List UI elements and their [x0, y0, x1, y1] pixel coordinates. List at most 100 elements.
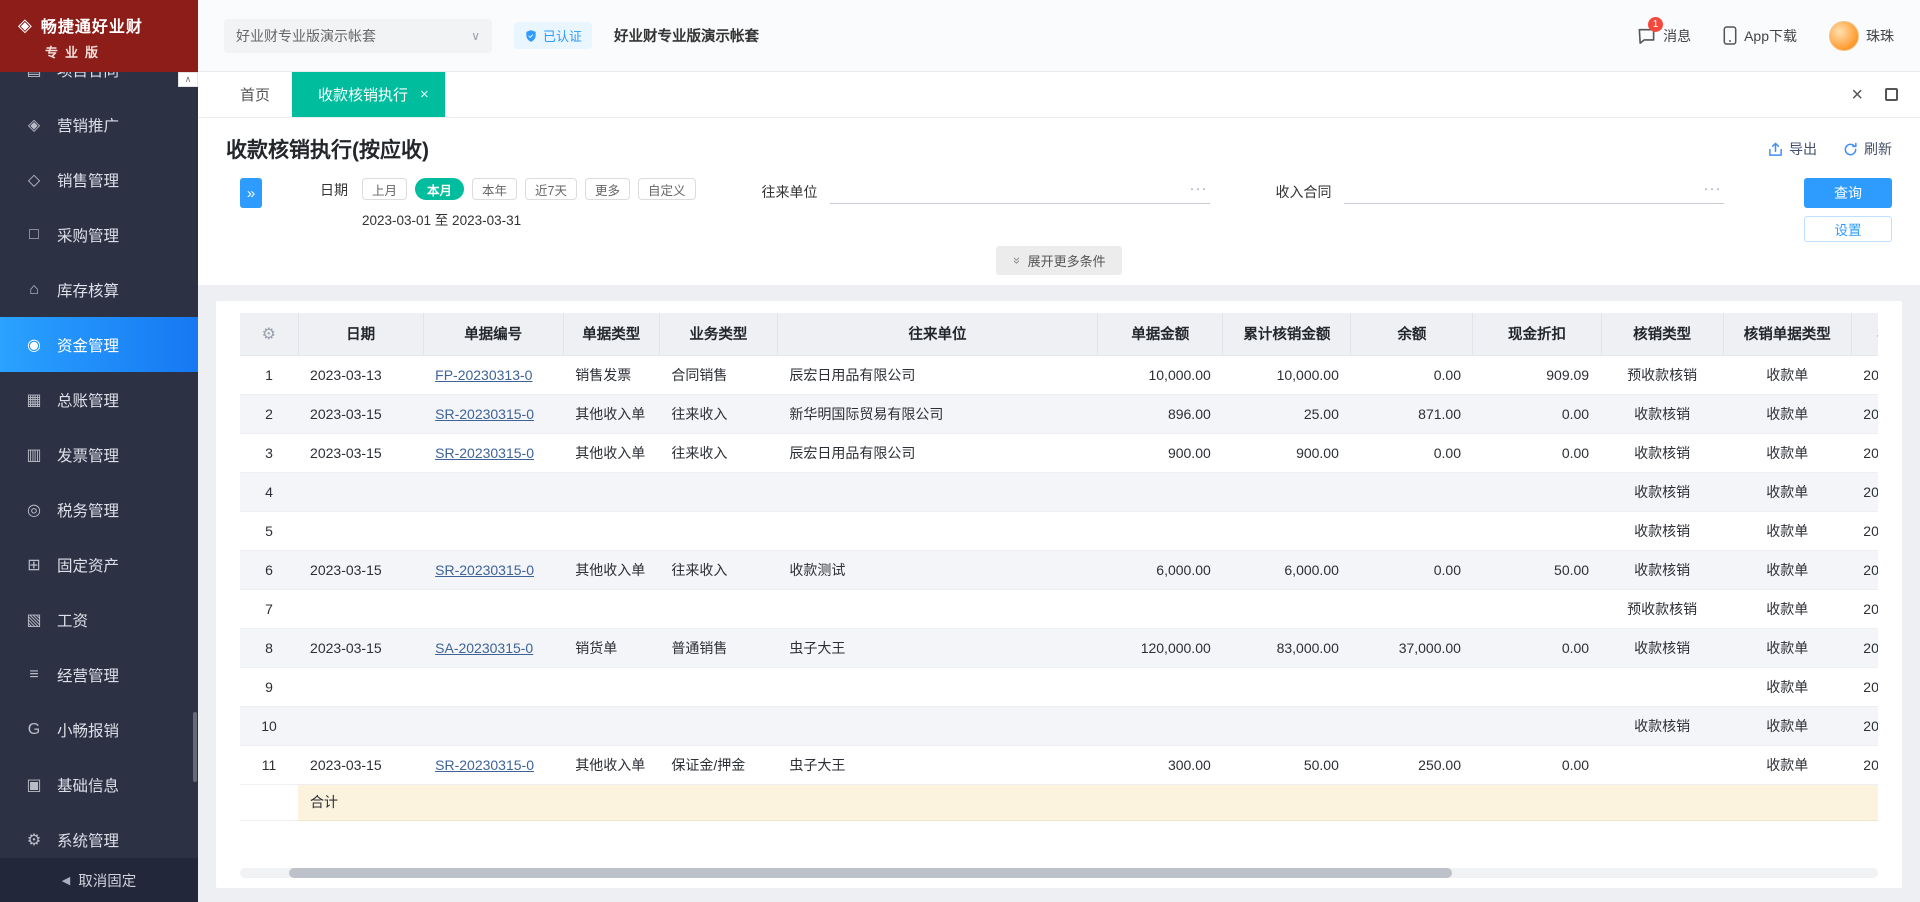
brand-edition: 专业版: [45, 42, 198, 61]
messages-button[interactable]: 1 消息: [1637, 26, 1691, 46]
table-row[interactable]: 12023-03-13FP-20230313-0销售发票合同销售辰宏日用品有限公…: [240, 355, 1878, 394]
cell-doctype: 销售发票: [563, 355, 659, 394]
sidebar-item-marketing[interactable]: ◈营销推广: [0, 97, 198, 152]
cell-wdate: 20: [1851, 511, 1878, 550]
settings-button[interactable]: 设置: [1804, 216, 1892, 242]
sidebar-item-funds[interactable]: ◉资金管理: [0, 317, 198, 372]
document-link[interactable]: SR-20230315-0: [435, 562, 534, 578]
sidebar-item-payroll[interactable]: ▧工资: [0, 592, 198, 647]
sidebar-item-invoice[interactable]: ▥发票管理: [0, 427, 198, 482]
document-link[interactable]: FP-20230313-0: [435, 367, 532, 383]
cell-disc: [1473, 667, 1601, 706]
sidebar-item-sales[interactable]: ◇销售管理: [0, 152, 198, 207]
counterparty-input[interactable]: ···: [830, 180, 1210, 204]
table-row[interactable]: 10收款核销收款单20: [240, 706, 1878, 745]
expand-more-button[interactable]: « 展开更多条件: [996, 246, 1121, 275]
table-row[interactable]: 5收款核销收款单20: [240, 511, 1878, 550]
gear-icon: ⚙: [262, 326, 276, 343]
cell-wdoc: 收款单: [1723, 355, 1851, 394]
cell-amt: 300.00: [1098, 745, 1223, 784]
cell-disc: 50.00: [1473, 550, 1601, 589]
cell-cp: 辰宏日用品有限公司: [777, 433, 1097, 472]
sidebar-scrollbar-thumb[interactable]: [193, 712, 197, 782]
column-header-wtype: 核销类型: [1601, 313, 1723, 355]
table-row[interactable]: 4收款核销收款单20: [240, 472, 1878, 511]
sidebar-item-tax[interactable]: ◎税务管理: [0, 482, 198, 537]
sidebar-item-general-ledger[interactable]: ▦总账管理: [0, 372, 198, 427]
date-chip-2[interactable]: 本年: [472, 178, 517, 200]
filter-collapse-button[interactable]: »: [240, 178, 262, 208]
column-header-bal: 余额: [1351, 313, 1473, 355]
sidebar-item-basic-info[interactable]: ▣基础信息: [0, 757, 198, 812]
tab-receipt-writeoff[interactable]: 收款核销执行 ×: [292, 72, 445, 117]
unpin-button[interactable]: ◀ 取消固定: [0, 858, 198, 902]
table-row[interactable]: 32023-03-15SR-20230315-0其他收入单往来收入辰宏日用品有限…: [240, 433, 1878, 472]
sidebar-item-expense[interactable]: G小畅报销: [0, 702, 198, 757]
cell-date: [298, 511, 423, 550]
sidebar-item-label: 工资: [57, 609, 88, 631]
cell-acc: 6,000.00: [1223, 550, 1351, 589]
sidebar-scroll-up-button[interactable]: ∧: [178, 72, 198, 87]
cell-wdate: 20: [1851, 355, 1878, 394]
date-chip-4[interactable]: 更多: [585, 178, 630, 200]
table-row[interactable]: 82023-03-15SA-20230315-0销货单普通销售虫子大王120,0…: [240, 628, 1878, 667]
cell-wdate: 20: [1851, 589, 1878, 628]
cell-biztype: 往来收入: [659, 433, 777, 472]
tab-home[interactable]: 首页: [218, 72, 292, 117]
app-download-button[interactable]: App下载: [1723, 26, 1797, 46]
horizontal-scrollbar[interactable]: [240, 868, 1878, 878]
sidebar-item-inventory[interactable]: ⌂库存核算: [0, 262, 198, 317]
sidebar-item-system[interactable]: ⚙系统管理: [0, 812, 198, 858]
document-link[interactable]: SR-20230315-0: [435, 406, 534, 422]
cell-wtype: 收款核销: [1601, 628, 1723, 667]
date-chip-0[interactable]: 上月: [362, 178, 407, 200]
column-settings-header[interactable]: ⚙: [240, 313, 298, 355]
date-chip-5[interactable]: 自定义: [638, 178, 696, 200]
document-link[interactable]: SA-20230315-0: [435, 640, 533, 656]
table-row[interactable]: 62023-03-15SR-20230315-0其他收入单往来收入收款测试6,0…: [240, 550, 1878, 589]
cell-biztype: [659, 589, 777, 628]
income-contract-more-icon[interactable]: ···: [1704, 180, 1722, 197]
cell-wtype: 收款核销: [1601, 433, 1723, 472]
refresh-button[interactable]: 刷新: [1843, 139, 1892, 159]
sidebar-item-label: 税务管理: [57, 499, 119, 521]
sidebar-menu: ▤项目合同◈营销推广◇销售管理□采购管理⌂库存核算◉资金管理▦总账管理▥发票管理…: [0, 72, 198, 858]
cell-doc: SA-20230315-0: [423, 628, 563, 667]
sidebar-item-operations[interactable]: ≡经营管理: [0, 647, 198, 702]
table-row[interactable]: 9收款单20: [240, 667, 1878, 706]
sidebar-item-fixed-assets[interactable]: ⊞固定资产: [0, 537, 198, 592]
sidebar-item-purchase[interactable]: □采购管理: [0, 207, 198, 262]
cell-doctype: [563, 667, 659, 706]
close-page-icon[interactable]: ×: [1851, 85, 1863, 105]
user-menu[interactable]: 珠珠: [1829, 21, 1894, 51]
table-row[interactable]: 7预收款核销收款单20: [240, 589, 1878, 628]
cell-wdoc: 收款单: [1723, 745, 1851, 784]
writeoff-table: ⚙日期单据编号单据类型业务类型往来单位单据金额累计核销金额余额现金折扣核销类型核…: [240, 313, 1878, 821]
income-contract-input[interactable]: ···: [1344, 180, 1724, 204]
cell-date: 2023-03-15: [298, 394, 423, 433]
cell-wdate: 20: [1851, 394, 1878, 433]
date-chip-1[interactable]: 本月: [415, 178, 464, 200]
avatar: [1829, 21, 1859, 51]
cell-wdate: 20: [1851, 706, 1878, 745]
cell-no: 2: [240, 394, 298, 433]
tab-close-icon[interactable]: ×: [420, 86, 429, 103]
cell-cp: [777, 472, 1097, 511]
sidebar-item-project-contract[interactable]: ▤项目合同: [0, 72, 198, 97]
fullscreen-icon[interactable]: [1885, 88, 1898, 101]
table-row[interactable]: 112023-03-15SR-20230315-0其他收入单保证金/押金虫子大王…: [240, 745, 1878, 784]
counterparty-more-icon[interactable]: ···: [1190, 180, 1208, 197]
export-button[interactable]: 导出: [1768, 139, 1817, 159]
document-link[interactable]: SR-20230315-0: [435, 757, 534, 773]
account-set-select[interactable]: 好业财专业版演示帐套 ∨: [224, 19, 492, 53]
search-button[interactable]: 查询: [1804, 178, 1892, 208]
cell-amt: 120,000.00: [1098, 628, 1223, 667]
table-row[interactable]: 22023-03-15SR-20230315-0其他收入单往来收入新华明国际贸易…: [240, 394, 1878, 433]
date-filter-group: 日期 上月本月本年近7天更多自定义 2023-03-01 至 2023-03-3…: [320, 178, 696, 229]
cell-date: [298, 589, 423, 628]
brand-icon: ◈: [18, 16, 33, 34]
document-link[interactable]: SR-20230315-0: [435, 445, 534, 461]
date-chip-3[interactable]: 近7天: [525, 178, 577, 200]
cell-amt: [1098, 667, 1223, 706]
horizontal-scrollbar-thumb[interactable]: [289, 868, 1452, 878]
